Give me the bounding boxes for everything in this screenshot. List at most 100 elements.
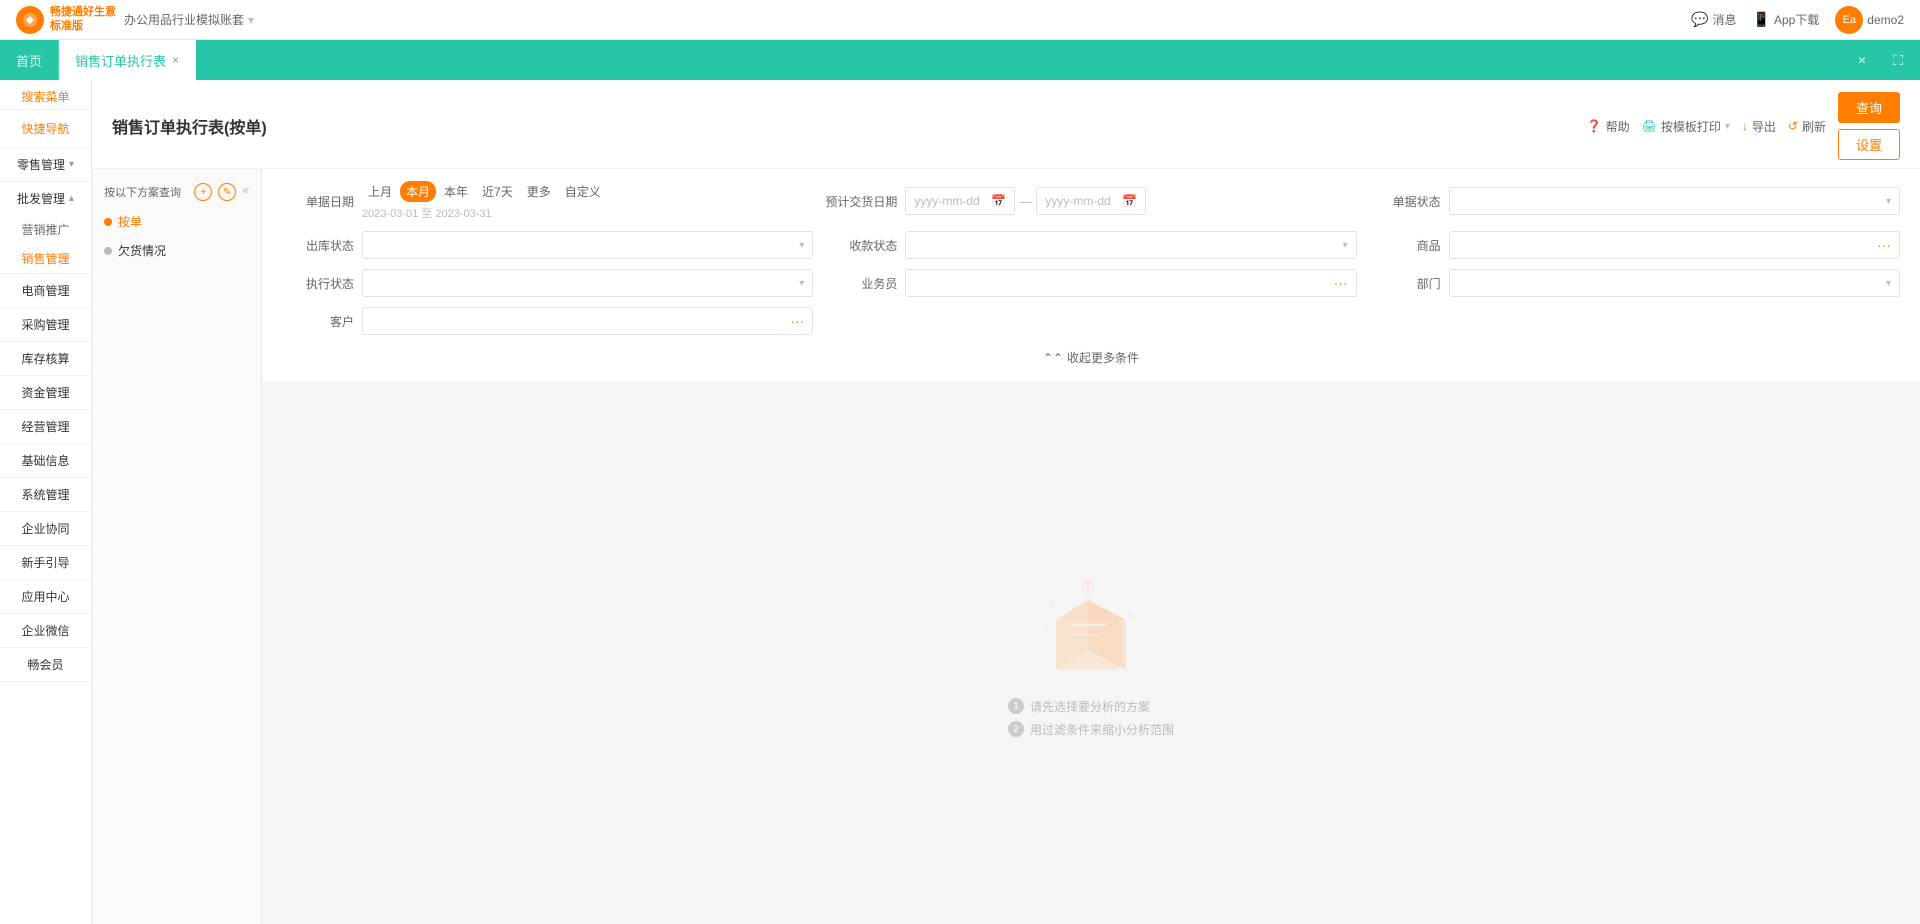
out-status-select[interactable]: ▾ <box>362 231 813 259</box>
message-btn[interactable]: 💬 消息 <box>1691 11 1736 28</box>
help-btn[interactable]: ❓ 帮助 <box>1587 118 1630 135</box>
tab-active-label: 销售订单执行表 <box>75 51 166 70</box>
filter-and-content: 按以下方案查询 + ✎ « 按单 欠货情况 <box>92 169 1920 924</box>
tab-home-label: 首页 <box>16 51 42 70</box>
tab-home[interactable]: 首页 <box>0 40 59 80</box>
sidebar-newbie-label: 新手引导 <box>21 554 69 571</box>
salesperson-input[interactable]: ··· <box>905 269 1356 297</box>
sidebar-item-corp[interactable]: 企业协同 <box>0 512 91 545</box>
date-label: 单据日期 <box>282 193 362 210</box>
doc-status-filter: 单据状态 ▾ <box>1369 181 1900 221</box>
sidebar-item-inventory[interactable]: 库存核算 <box>0 342 91 375</box>
tab-minimize-icon[interactable]: × <box>1848 46 1876 74</box>
sidebar-section-purchase: 采购管理 <box>0 308 91 342</box>
refresh-btn[interactable]: ↺ 刷新 <box>1788 118 1826 135</box>
expected-date-end-placeholder: yyyy-mm-dd <box>1045 194 1110 208</box>
tab-sales-order[interactable]: 销售订单执行表 × <box>59 40 196 80</box>
breadcrumb-arrow-icon[interactable]: ▾ <box>248 13 254 27</box>
plan-item-by-order[interactable]: 按单 <box>92 207 261 236</box>
filter-row-1: 单据日期 上月 本月 本年 近7天 更多 自定义 20 <box>282 181 1900 221</box>
query-button[interactable]: 查询 <box>1838 92 1900 123</box>
settings-button[interactable]: 设置 <box>1838 129 1900 160</box>
customer-input[interactable]: ··· <box>362 307 813 335</box>
avatar: Ea <box>1835 6 1863 34</box>
date-tag-more[interactable]: 更多 <box>521 181 557 202</box>
plan-header: 按以下方案查询 + ✎ « <box>92 177 261 207</box>
out-status-filter: 出库状态 ▾ <box>282 231 813 259</box>
customer-more-icon[interactable]: ··· <box>790 313 804 329</box>
doc-status-arrow-icon: ▾ <box>1886 196 1891 207</box>
date-tag-7days[interactable]: 近7天 <box>476 181 519 202</box>
sidebar-section-finance: 资金管理 <box>0 376 91 410</box>
exec-status-select[interactable]: ▾ <box>362 269 813 297</box>
sidebar-quick-nav[interactable]: 快捷导航 <box>0 110 91 148</box>
date-filter-content: 上月 本月 本年 近7天 更多 自定义 2023-03-01 至 2023-03… <box>362 181 813 221</box>
sidebar-item-marketing[interactable]: 营销推广 <box>0 215 91 244</box>
goods-more-icon[interactable]: ··· <box>1877 237 1891 253</box>
sidebar: 搜索菜单 快捷导航 零售管理 ▾ 批发管理 ▴ 营销推广 销售管理 电商管理 采 <box>0 80 92 924</box>
top-bar-left: 畅捷通好生意 标准版 办公用品行业模拟账套 ▾ <box>16 6 254 34</box>
top-bar-right: 💬 消息 📱 App下载 Ea demo2 <box>1691 6 1904 34</box>
sidebar-item-apps[interactable]: 应用中心 <box>0 580 91 613</box>
sidebar-quick-nav-label[interactable]: 快捷导航 <box>0 114 91 143</box>
sidebar-item-operations[interactable]: 经营管理 <box>0 410 91 443</box>
sidebar-item-purchase[interactable]: 采购管理 <box>0 308 91 341</box>
sidebar-item-ecommerce[interactable]: 电商管理 <box>0 274 91 307</box>
date-tag-this-month[interactable]: 本月 <box>400 181 436 202</box>
filter-collapse-area: ⌃⌃ 收起更多条件 <box>282 345 1900 370</box>
doc-status-select[interactable]: ▾ <box>1449 187 1900 215</box>
hint-1-text: 请先选择要分析的方案 <box>1030 698 1150 715</box>
plan-item-shortage[interactable]: 欠货情况 <box>92 236 261 265</box>
user-menu[interactable]: Ea demo2 <box>1835 6 1904 34</box>
export-icon: ↓ <box>1742 119 1748 133</box>
print-btn[interactable]: 🖨 按模板打印 ▾ <box>1642 118 1730 135</box>
help-label: 帮助 <box>1606 118 1630 135</box>
sidebar-wholesale-arrow-icon: ▴ <box>69 193 74 204</box>
out-status-label: 出库状态 <box>282 237 362 254</box>
receive-status-select[interactable]: ▾ <box>905 231 1356 259</box>
sidebar-item-wholesale[interactable]: 批发管理 ▴ <box>0 182 91 215</box>
sidebar-basic-label: 基础信息 <box>21 452 69 469</box>
message-label: 消息 <box>1712 11 1736 28</box>
sidebar-section-basic: 基础信息 <box>0 444 91 478</box>
tab-maximize-icon[interactable]: ⛶ <box>1884 46 1912 74</box>
date-tag-last-month[interactable]: 上月 <box>362 181 398 202</box>
sidebar-section-member: 畅会员 <box>0 648 91 682</box>
hint-1-num: 1 <box>1008 698 1024 714</box>
app-label: App下载 <box>1774 11 1819 28</box>
goods-input[interactable]: ··· <box>1449 231 1900 259</box>
sidebar-item-sales[interactable]: 销售管理 <box>0 244 91 273</box>
sidebar-item-newbie[interactable]: 新手引导 <box>0 546 91 579</box>
date-tag-this-year[interactable]: 本年 <box>438 181 474 202</box>
sidebar-item-system[interactable]: 系统管理 <box>0 478 91 511</box>
sidebar-retail-label: 零售管理 <box>17 156 65 173</box>
salesperson-label: 业务员 <box>825 275 905 292</box>
filter-collapse-btn[interactable]: ⌃⌃ 收起更多条件 <box>1031 345 1151 370</box>
plan-edit-icon[interactable]: ✎ <box>218 183 236 201</box>
print-arrow-icon: ▾ <box>1725 121 1730 132</box>
tab-close-icon[interactable]: × <box>172 53 179 67</box>
plan-collapse-icon[interactable]: « <box>242 183 249 201</box>
sidebar-item-wechat[interactable]: 企业微信 <box>0 614 91 647</box>
content-main: 单据日期 上月 本月 本年 近7天 更多 自定义 20 <box>262 169 1920 924</box>
help-icon: ❓ <box>1587 119 1602 133</box>
plan-add-icon[interactable]: + <box>194 183 212 201</box>
app-download-btn[interactable]: 📱 App下载 <box>1753 11 1820 28</box>
sidebar-item-basic[interactable]: 基础信息 <box>0 444 91 477</box>
sidebar-item-member[interactable]: 畅会员 <box>0 648 91 681</box>
plan-header-icons: + ✎ « <box>194 183 249 201</box>
date-tag-custom[interactable]: 自定义 <box>559 181 607 202</box>
logo-icon <box>16 6 44 34</box>
plan-panel: 按以下方案查询 + ✎ « 按单 欠货情况 <box>92 169 262 924</box>
sidebar-section-inventory: 库存核算 <box>0 342 91 376</box>
dept-select[interactable]: ▾ <box>1449 269 1900 297</box>
sidebar-item-retail[interactable]: 零售管理 ▾ <box>0 148 91 181</box>
export-btn[interactable]: ↓ 导出 <box>1742 118 1776 135</box>
sidebar-search[interactable]: 搜索菜单 <box>0 80 91 110</box>
salesperson-more-icon[interactable]: ··· <box>1334 275 1348 291</box>
sidebar-apps-label: 应用中心 <box>21 588 69 605</box>
expected-date-end[interactable]: yyyy-mm-dd 📅 <box>1036 187 1146 215</box>
sidebar-item-finance[interactable]: 资金管理 <box>0 376 91 409</box>
sidebar-purchase-label: 采购管理 <box>21 316 69 333</box>
expected-date-start[interactable]: yyyy-mm-dd 📅 <box>905 187 1015 215</box>
